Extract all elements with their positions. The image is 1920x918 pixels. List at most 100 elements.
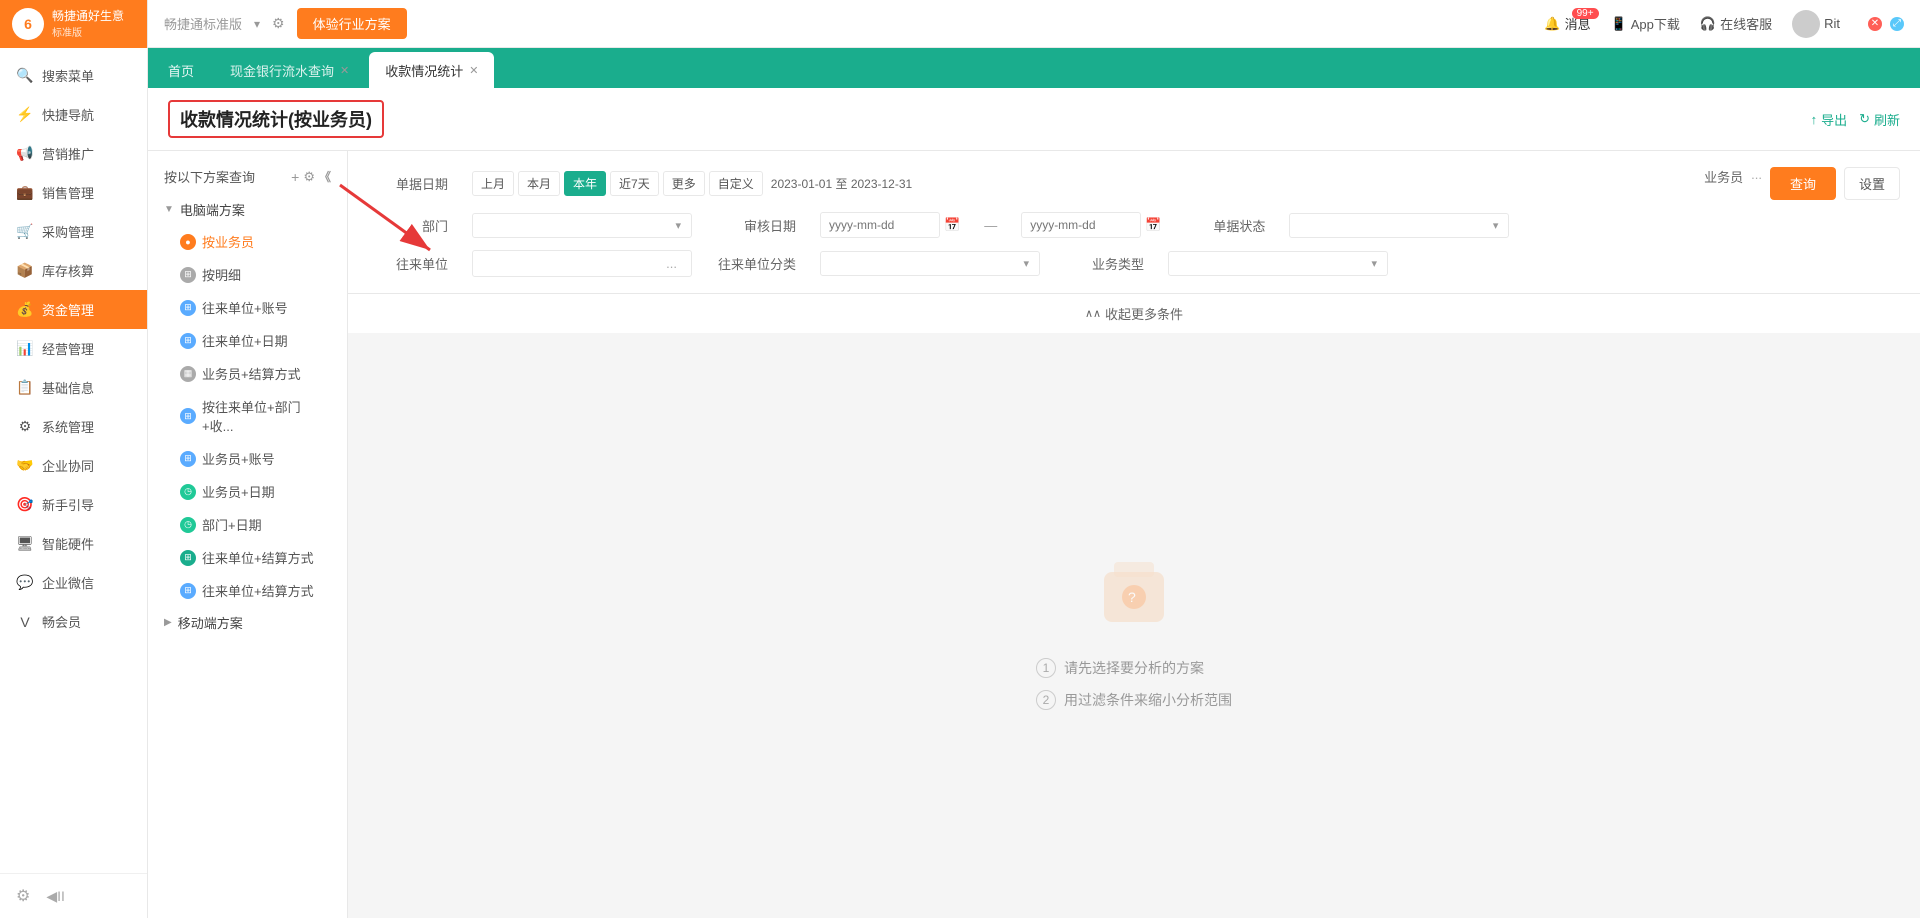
scheme-item-by-detail[interactable]: ⊞ 按明细 bbox=[148, 258, 347, 291]
inventory-icon: 📦 bbox=[16, 262, 34, 280]
export-button[interactable]: ↑ 导出 bbox=[1811, 110, 1848, 129]
collapse-icon[interactable]: ◀II bbox=[46, 888, 65, 905]
scheme-item-party-date[interactable]: ⊞ 往来单位+日期 bbox=[148, 324, 347, 357]
scheme-item-icon-clock2: ◷ bbox=[180, 517, 196, 533]
calendar-icon-to[interactable]: 📅 bbox=[1145, 217, 1161, 233]
counter-party-ellipsis[interactable]: ... bbox=[666, 256, 677, 271]
scheme-item-icon-bar: ▦ bbox=[180, 366, 196, 382]
salesperson-ellipsis[interactable]: ... bbox=[1751, 167, 1762, 200]
scheme-item-party-settle1[interactable]: ⊞ 往来单位+结算方式 bbox=[148, 541, 347, 574]
mobile-group-arrow: ▶ bbox=[164, 617, 172, 628]
sidebar-item-operations[interactable]: 📊经营管理 bbox=[0, 329, 147, 368]
logo-version: 标准版 bbox=[52, 24, 124, 39]
sidebar-item-member[interactable]: V畅会员 bbox=[0, 602, 147, 641]
date-btn-custom[interactable]: 自定义 bbox=[709, 171, 763, 196]
review-date-to-input[interactable] bbox=[1021, 212, 1141, 238]
query-button[interactable]: 查询 bbox=[1770, 167, 1836, 200]
dept-select[interactable]: ▾ bbox=[472, 213, 692, 238]
page-actions: ↑ 导出 ↻ 刷新 bbox=[1811, 110, 1900, 129]
scheme-header-label: 按以下方案查询 bbox=[164, 167, 287, 186]
date-btn-last-month[interactable]: 上月 bbox=[472, 171, 514, 196]
scheme-item-icon-grid5: ⊞ bbox=[180, 451, 196, 467]
body-area: 按以下方案查询 + ⚙ 《 ▼ 电脑端方案 ● 按业务员 bbox=[148, 151, 1920, 918]
sidebar-item-hardware[interactable]: 🖥智能硬件 bbox=[0, 524, 147, 563]
sidebar-label-wechat: 企业微信 bbox=[42, 573, 94, 592]
scheme-collapse-icon[interactable]: 《 bbox=[319, 168, 331, 185]
left-panel: 按以下方案查询 + ⚙ 《 ▼ 电脑端方案 ● 按业务员 bbox=[148, 151, 348, 918]
tab-bank[interactable]: 现金银行流水查询 ✕ bbox=[214, 52, 365, 88]
sidebar: 6 畅捷通好生意 标准版 🔍搜索菜单⚡快捷导航📢营销推广💼销售管理🛒采购管理📦库… bbox=[0, 0, 148, 918]
user-avatar-area[interactable]: Rit bbox=[1792, 10, 1840, 38]
sidebar-item-quick-nav[interactable]: ⚡快捷导航 bbox=[0, 95, 147, 134]
counter-party-cat-select[interactable]: ▾ bbox=[820, 251, 1040, 276]
mobile-group-header[interactable]: ▶ 移动端方案 bbox=[148, 607, 347, 638]
settings-button[interactable]: 设置 bbox=[1844, 167, 1900, 200]
date-options-group: 上月 本月 本年 近7天 更多 自定义 2023-01-01 至 2023-12… bbox=[472, 171, 912, 196]
expand-button[interactable]: ⤢ bbox=[1890, 17, 1904, 31]
scheme-add-icon[interactable]: + bbox=[291, 169, 299, 185]
sidebar-item-inventory[interactable]: 📦库存核算 bbox=[0, 251, 147, 290]
page-title: 收款情况统计(按业务员) bbox=[180, 110, 372, 130]
tab-home[interactable]: 首页 bbox=[152, 52, 210, 88]
user-name: Rit bbox=[1824, 16, 1840, 31]
app-download-button[interactable]: 📱 App下载 bbox=[1611, 14, 1680, 33]
sidebar-item-purchase[interactable]: 🛒采购管理 bbox=[0, 212, 147, 251]
purchase-icon: 🛒 bbox=[16, 223, 34, 241]
logo-name: 畅捷通好生意 bbox=[52, 9, 124, 23]
marketing-icon: 📢 bbox=[16, 145, 34, 163]
close-button[interactable]: ✕ bbox=[1868, 17, 1882, 31]
scheme-item-sales-settle[interactable]: ▦ 业务员+结算方式 bbox=[148, 357, 347, 390]
topbar-title: 畅捷通标准版 bbox=[164, 14, 242, 33]
topbar-right: 🔔 消息 99+ 📱 App下载 🎧 在线客服 Rit ✕ ⤢ bbox=[1544, 10, 1904, 38]
scheme-item-party-account[interactable]: ⊞ 往来单位+账号 bbox=[148, 291, 347, 324]
date-btn-this-month[interactable]: 本月 bbox=[518, 171, 560, 196]
scheme-item-sales-account[interactable]: ⊞ 业务员+账号 bbox=[148, 442, 347, 475]
sidebar-item-sales[interactable]: 💼销售管理 bbox=[0, 173, 147, 212]
sidebar-item-enterprise[interactable]: 🤝企业协同 bbox=[0, 446, 147, 485]
filter-row-1: 单据日期 上月 本月 本年 近7天 更多 自定义 2023-01-01 至 20… bbox=[368, 167, 1900, 200]
date-btn-7days[interactable]: 近7天 bbox=[610, 171, 659, 196]
sidebar-item-system[interactable]: ⚙系统管理 bbox=[0, 407, 147, 446]
sidebar-label-enterprise: 企业协同 bbox=[42, 456, 94, 475]
logo-icon: 6 bbox=[12, 8, 44, 40]
step-num-1: 1 bbox=[1036, 658, 1056, 678]
scheme-item-party-dept-receipt[interactable]: ⊞ 按往来单位+部门+收... bbox=[148, 390, 347, 442]
sidebar-item-marketing[interactable]: 📢营销推广 bbox=[0, 134, 147, 173]
home-tab-label: 首页 bbox=[168, 61, 194, 80]
voucher-status-select[interactable]: ▾ bbox=[1289, 213, 1509, 238]
sidebar-item-wechat[interactable]: 💬企业微信 bbox=[0, 563, 147, 602]
sidebar-item-guide[interactable]: 🎯新手引导 bbox=[0, 485, 147, 524]
desktop-group-header[interactable]: ▼ 电脑端方案 bbox=[148, 194, 347, 225]
scheme-item-sales-date[interactable]: ◷ 业务员+日期 bbox=[148, 475, 347, 508]
scheme-item-by-salesperson[interactable]: ● 按业务员 bbox=[148, 225, 347, 258]
topbar-gear-icon[interactable]: ⚙ bbox=[272, 15, 285, 32]
dept-filter-label: 部门 bbox=[368, 216, 448, 235]
date-btn-this-year[interactable]: 本年 bbox=[564, 171, 606, 196]
biz-type-label: 业务类型 bbox=[1064, 254, 1144, 273]
sidebar-label-quick-nav: 快捷导航 bbox=[42, 105, 94, 124]
scheme-item-party-settle2[interactable]: ⊞ 往来单位+结算方式 bbox=[148, 574, 347, 607]
bank-tab-close[interactable]: ✕ bbox=[340, 64, 349, 77]
solution-button[interactable]: 体验行业方案 bbox=[297, 8, 407, 39]
review-date-from-input[interactable] bbox=[820, 212, 940, 238]
message-button[interactable]: 🔔 消息 99+ bbox=[1544, 14, 1590, 33]
collapse-row[interactable]: ∧∧ 收起更多条件 bbox=[348, 294, 1920, 333]
tab-receipt[interactable]: 收款情况统计 ✕ bbox=[369, 52, 494, 88]
calendar-icon-from[interactable]: 📅 bbox=[944, 217, 960, 233]
sidebar-item-search[interactable]: 🔍搜索菜单 bbox=[0, 56, 147, 95]
settings-icon[interactable]: ⚙ bbox=[16, 886, 30, 906]
scheme-gear-icon[interactable]: ⚙ bbox=[303, 169, 315, 185]
sidebar-label-guide: 新手引导 bbox=[42, 495, 94, 514]
scheme-item-dept-date[interactable]: ◷ 部门+日期 bbox=[148, 508, 347, 541]
date-btn-more[interactable]: 更多 bbox=[663, 171, 705, 196]
main-area: 畅捷通标准版 ▾ ⚙ 体验行业方案 🔔 消息 99+ 📱 App下载 🎧 在线客… bbox=[148, 0, 1920, 918]
chevron-down-icon[interactable]: ▾ bbox=[254, 17, 260, 31]
biz-type-select[interactable]: ▾ bbox=[1168, 251, 1388, 276]
filter-row-2: 部门 ▾ 审核日期 📅 — 📅 bbox=[368, 212, 1900, 238]
counter-party-select[interactable]: ... bbox=[472, 250, 692, 277]
online-service-button[interactable]: 🎧 在线客服 bbox=[1700, 14, 1772, 33]
sidebar-item-finance[interactable]: 💰资金管理 bbox=[0, 290, 147, 329]
receipt-tab-close[interactable]: ✕ bbox=[469, 64, 478, 77]
sidebar-item-basic[interactable]: 📋基础信息 bbox=[0, 368, 147, 407]
refresh-button[interactable]: ↻ 刷新 bbox=[1859, 110, 1900, 129]
